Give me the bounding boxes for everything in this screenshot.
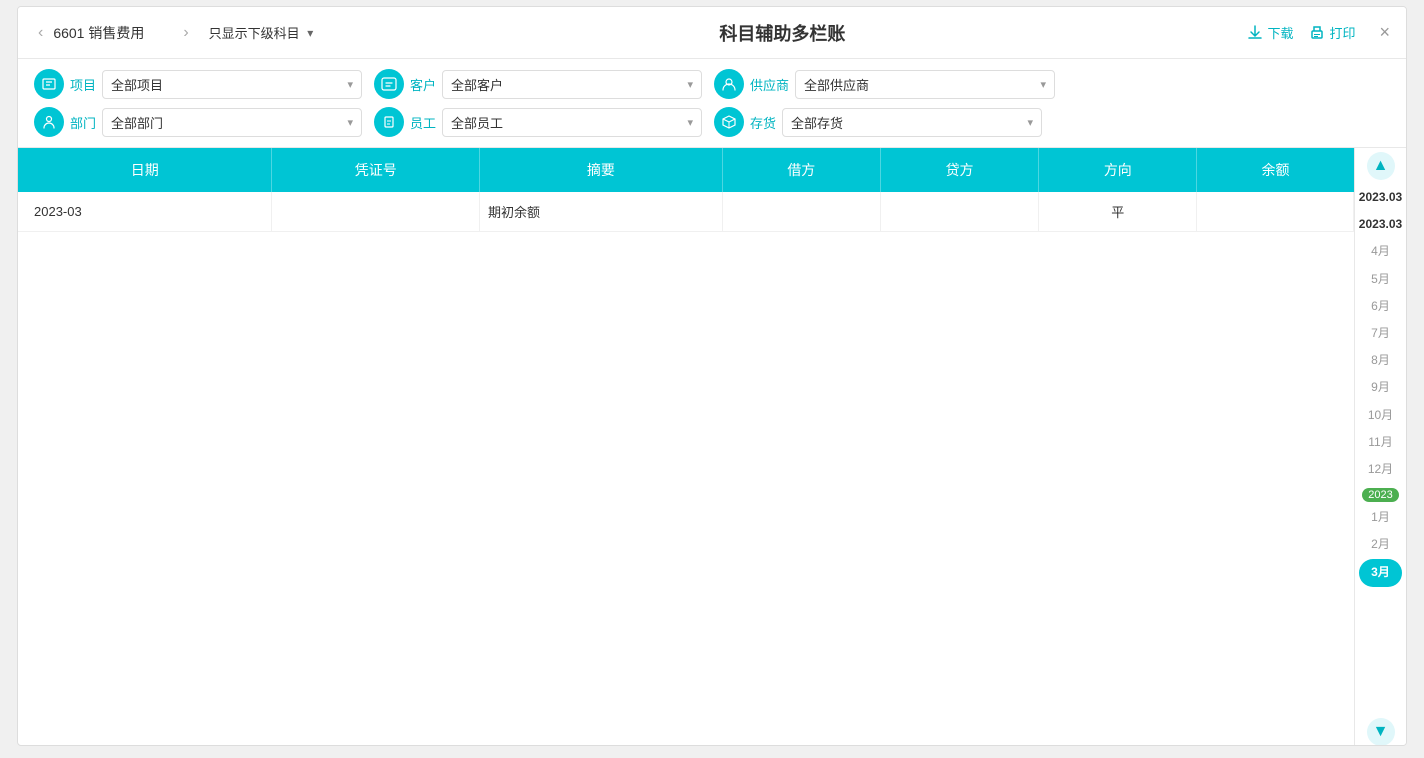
ledger-table: 日期 凭证号 摘要 借方 贷方 方向 余额 2023-03 期初余额 (18, 148, 1354, 232)
project-arrow-icon: ▾ (347, 78, 353, 91)
project-icon (34, 69, 64, 99)
timeline-up-button[interactable]: ▲ (1367, 152, 1395, 180)
timeline-item-5[interactable]: 5月 (1355, 266, 1406, 293)
show-sub-label: 只显示下级科目 (209, 23, 300, 42)
timeline-item-11[interactable]: 11月 (1355, 429, 1406, 456)
employee-arrow-icon: ▾ (688, 116, 694, 129)
header-actions: 下载 打印 × (1247, 22, 1390, 43)
dept-select[interactable]: 全部部门 ▾ (102, 108, 362, 137)
nav-next-button[interactable]: › (179, 24, 192, 42)
dept-icon (34, 107, 64, 137)
timeline-item-7[interactable]: 7月 (1355, 320, 1406, 347)
project-select[interactable]: 全部项目 ▾ (102, 70, 362, 99)
timeline-item-9[interactable]: 9月 (1355, 374, 1406, 401)
col-balance: 余额 (1197, 148, 1354, 192)
dept-filter: 部门 全部部门 ▾ (34, 107, 362, 137)
col-date: 日期 (18, 148, 272, 192)
table-header-row: 日期 凭证号 摘要 借方 贷方 方向 余额 (18, 148, 1354, 192)
employee-icon (374, 107, 404, 137)
cell-debit (722, 192, 880, 232)
project-value: 全部项目 (111, 75, 163, 94)
col-debit: 借方 (722, 148, 880, 192)
print-icon (1309, 25, 1325, 41)
timeline-item-10[interactable]: 10月 (1355, 402, 1406, 429)
timeline: ▲ 2023.03 2023.03 4月 5月 6月 7月 8月 9月 10月 … (1354, 148, 1406, 746)
cell-summary: 期初余额 (479, 192, 722, 232)
account-label: 6601 销售费用 (53, 23, 173, 43)
filter-row-1: 项目 全部项目 ▾ 客户 全部客户 ▾ (34, 69, 1390, 99)
cell-voucher (272, 192, 479, 232)
filter-area: 项目 全部项目 ▾ 客户 全部客户 ▾ (18, 59, 1406, 148)
inventory-label: 存货 (750, 113, 776, 132)
employee-select[interactable]: 全部员工 ▾ (442, 108, 702, 137)
timeline-item-3-active[interactable]: 3月 (1359, 559, 1402, 586)
timeline-item-2[interactable]: 2月 (1355, 531, 1406, 558)
col-credit: 贷方 (880, 148, 1038, 192)
filter-row-2: 部门 全部部门 ▾ 员工 全部员工 ▾ (34, 107, 1390, 137)
download-label: 下载 (1267, 23, 1293, 42)
timeline-item-12[interactable]: 12月 (1355, 456, 1406, 483)
employee-filter: 员工 全部员工 ▾ (374, 107, 702, 137)
dept-value: 全部部门 (111, 113, 163, 132)
supplier-arrow-icon: ▾ (1041, 78, 1047, 91)
timeline-item-1[interactable]: 1月 (1355, 504, 1406, 531)
table-row: 2023-03 期初余额 平 (18, 192, 1354, 232)
show-sub-accounts-dropdown[interactable]: 只显示下级科目 ▾ (209, 23, 318, 42)
main-window: ‹ 6601 销售费用 › 只显示下级科目 ▾ 科目辅助多栏账 下载 (17, 6, 1407, 746)
employee-label: 员工 (410, 113, 436, 132)
supplier-value: 全部供应商 (804, 75, 869, 94)
cell-direction: 平 (1039, 192, 1197, 232)
timeline-item-2023-03-top2[interactable]: 2023.03 (1355, 211, 1406, 238)
col-direction: 方向 (1039, 148, 1197, 192)
timeline-down-button[interactable]: ▼ (1367, 718, 1395, 746)
timeline-item-8[interactable]: 8月 (1355, 347, 1406, 374)
employee-value: 全部员工 (451, 113, 503, 132)
page-title: 科目辅助多栏账 (317, 20, 1247, 46)
table-wrapper: 日期 凭证号 摘要 借方 贷方 方向 余额 2023-03 期初余额 (18, 148, 1406, 746)
download-button[interactable]: 下载 (1247, 23, 1293, 42)
timeline-item-6[interactable]: 6月 (1355, 293, 1406, 320)
timeline-item-4[interactable]: 4月 (1355, 238, 1406, 265)
supplier-select[interactable]: 全部供应商 ▾ (795, 70, 1055, 99)
inventory-icon (714, 107, 744, 137)
customer-value: 全部客户 (451, 75, 503, 94)
dept-arrow-icon: ▾ (347, 116, 353, 129)
year-badge-2023: 2023 (1362, 486, 1398, 501)
cell-credit (880, 192, 1038, 232)
cell-date: 2023-03 (18, 192, 272, 232)
col-voucher: 凭证号 (272, 148, 479, 192)
dept-label: 部门 (70, 113, 96, 132)
customer-select[interactable]: 全部客户 ▾ (442, 70, 702, 99)
inventory-select[interactable]: 全部存货 ▾ (782, 108, 1042, 137)
supplier-filter: 供应商 全部供应商 ▾ (714, 69, 1055, 99)
supplier-label: 供应商 (750, 75, 789, 94)
customer-filter: 客户 全部客户 ▾ (374, 69, 702, 99)
supplier-icon (714, 69, 744, 99)
project-label: 项目 (70, 75, 96, 94)
customer-arrow-icon: ▾ (688, 78, 694, 91)
col-summary: 摘要 (479, 148, 722, 192)
cell-balance (1197, 192, 1354, 232)
table-content: 日期 凭证号 摘要 借方 贷方 方向 余额 2023-03 期初余额 (18, 148, 1354, 746)
header: ‹ 6601 销售费用 › 只显示下级科目 ▾ 科目辅助多栏账 下载 (18, 7, 1406, 59)
dropdown-arrow-icon: ▾ (307, 26, 313, 40)
inventory-value: 全部存货 (791, 113, 843, 132)
print-button[interactable]: 打印 (1309, 23, 1355, 42)
project-filter: 项目 全部项目 ▾ (34, 69, 362, 99)
customer-icon (374, 69, 404, 99)
customer-label: 客户 (410, 75, 436, 94)
close-button[interactable]: × (1379, 22, 1390, 43)
print-label: 打印 (1329, 23, 1355, 42)
inventory-arrow-icon: ▾ (1028, 116, 1034, 129)
download-icon (1247, 25, 1263, 41)
inventory-filter: 存货 全部存货 ▾ (714, 107, 1042, 137)
timeline-item-2023-03-top1[interactable]: 2023.03 (1355, 184, 1406, 211)
nav-prev-button[interactable]: ‹ (34, 24, 47, 42)
